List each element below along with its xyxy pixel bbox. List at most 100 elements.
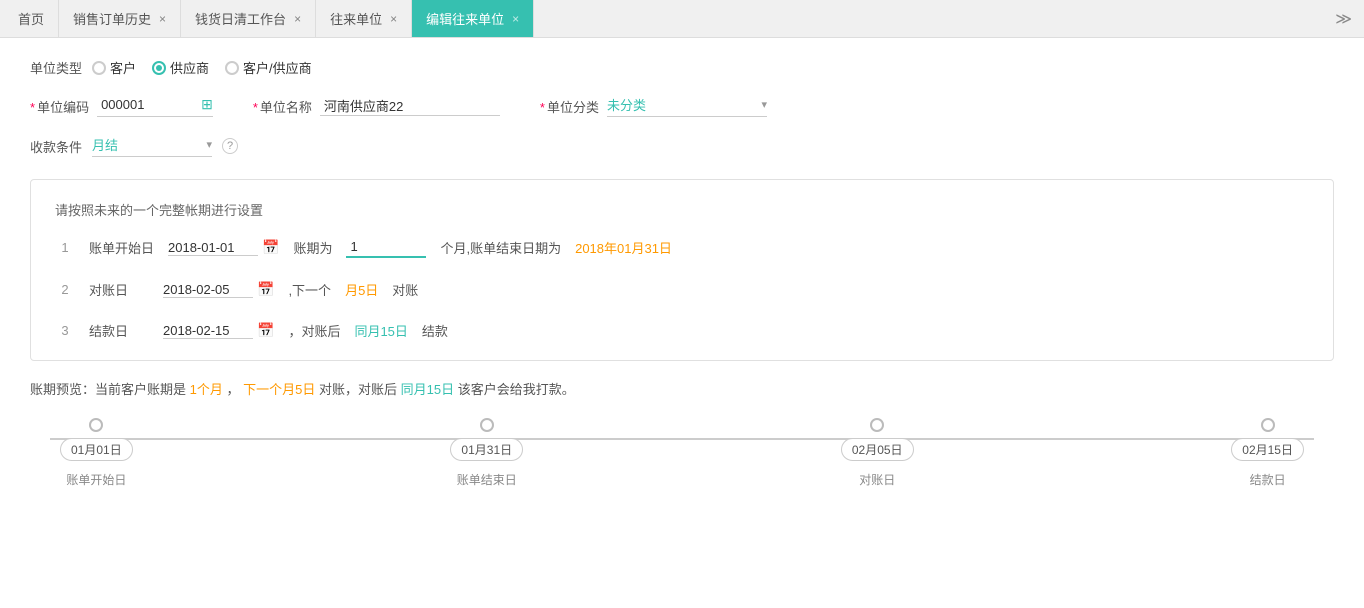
payment-help-icon[interactable]: ? <box>222 138 238 154</box>
name-required-star: * <box>253 100 258 115</box>
tab-bar: 首页 销售订单历史 × 钱货日清工作台 × 往来单位 × 编辑往来单位 × ≫ <box>0 0 1364 38</box>
preview-suffix: 该客户会给我打款。 <box>458 382 575 397</box>
payment-condition-row: 收款条件 月结 ▾ ? <box>30 135 1334 157</box>
tab-edit-label: 编辑往来单位 <box>426 9 504 28</box>
cat-required-star: * <box>540 100 545 115</box>
preview-part1: 1个月 <box>190 382 223 397</box>
payment-condition-label: 收款条件 <box>30 137 82 156</box>
row2-text-prefix: ,下一个 <box>288 280 331 299</box>
payment-chevron-icon: ▾ <box>206 138 212 151</box>
row1-end-date: 2018年01月31日 <box>575 238 672 257</box>
radio-customer-circle <box>92 61 106 75</box>
radio-both-label: 客户/供应商 <box>243 58 312 77</box>
category-chevron-icon: ▾ <box>761 98 767 111</box>
row2-field-label: 对账日 <box>89 280 149 299</box>
row3-text-prefix: ，对账后 <box>288 321 340 340</box>
tab-cash-label: 钱货日清工作台 <box>195 9 286 28</box>
timeline-dot-2 <box>480 418 494 432</box>
payment-condition-value: 月结 <box>92 135 202 154</box>
preview-text-row: 账期预览：当前客户账期是 1个月 ， 下一个月5日 对账，对账后 同月15日 该… <box>30 379 1334 398</box>
row-num-2: 2 <box>55 282 75 297</box>
timeline-badge-3: 02月05日 <box>841 438 914 461</box>
unit-code-group: *单位编码 ⊞ <box>30 95 213 117</box>
row3-text-suffix: 结款 <box>422 321 448 340</box>
tab-home[interactable]: 首页 <box>0 0 59 37</box>
row1-date-input: 📅 <box>168 239 279 256</box>
timeline-dot-4 <box>1261 418 1275 432</box>
unit-code-label: *单位编码 <box>30 97 89 116</box>
radio-customer[interactable]: 客户 <box>92 58 136 77</box>
tab-sales-order-history[interactable]: 销售订单历史 × <box>59 0 181 37</box>
row-num-1: 1 <box>55 240 75 255</box>
row3-date-field[interactable] <box>163 323 253 339</box>
timeline-badge-2: 01月31日 <box>450 438 523 461</box>
row1-period-input[interactable] <box>346 237 426 258</box>
timeline-point-4: 02月15日 结款日 <box>1231 418 1304 488</box>
radio-both-circle <box>225 61 239 75</box>
timeline-point-3: 02月05日 对账日 <box>841 418 914 488</box>
period-section: 请按照未来的一个完整帐期进行设置 1 账单开始日 📅 账期为 个月,账单结束日期… <box>30 179 1334 361</box>
row1-date-field[interactable] <box>168 240 258 256</box>
row2-date-input: 📅 <box>163 281 274 298</box>
unit-type-label: 单位类型 <box>30 58 82 77</box>
payment-condition-dropdown[interactable]: 月结 ▾ <box>92 135 212 157</box>
tab-expand-icon[interactable]: ≫ <box>1323 0 1364 37</box>
row1-period-prefix: 账期为 <box>293 238 332 257</box>
radio-supplier[interactable]: 供应商 <box>152 58 209 77</box>
row2-date-field[interactable] <box>163 282 253 298</box>
timeline-sublabel-3: 对账日 <box>859 471 895 488</box>
unit-type-row: 单位类型 客户 供应商 客户/供应商 <box>30 58 1334 77</box>
unit-category-label: *单位分类 <box>540 97 599 116</box>
data-row-2: 2 对账日 📅 ,下一个 月5日 对账 <box>55 280 1309 299</box>
unit-name-label: *单位名称 <box>253 97 312 116</box>
timeline-badge-4: 02月15日 <box>1231 438 1304 461</box>
preview-part2: 下一个月5日 <box>243 382 315 397</box>
tab-partner-close-icon[interactable]: × <box>390 12 397 26</box>
preview-label: 账期预览：当前客户账期是 <box>30 382 186 397</box>
unit-category-group: *单位分类 未分类 ▾ <box>540 95 767 117</box>
unit-name-input[interactable] <box>320 96 500 116</box>
tab-edit-partner[interactable]: 编辑往来单位 × <box>412 0 534 37</box>
unit-name-group: *单位名称 <box>253 96 500 116</box>
timeline-sublabel-4: 结款日 <box>1250 471 1286 488</box>
unit-code-input-wrapper: ⊞ <box>97 95 213 117</box>
timeline-badge-1: 01月01日 <box>60 438 133 461</box>
row1-calendar-icon[interactable]: 📅 <box>262 239 279 256</box>
unit-category-value: 未分类 <box>607 95 757 114</box>
timeline-section: 01月01日 账单开始日 01月31日 账单结束日 02月05日 对账日 02月… <box>30 418 1334 528</box>
timeline-sublabel-1: 账单开始日 <box>66 471 126 488</box>
radio-supplier-circle <box>152 61 166 75</box>
row3-field-label: 结款日 <box>89 321 149 340</box>
row2-highlight: 月5日 <box>345 280 378 299</box>
main-content: 单位类型 客户 供应商 客户/供应商 *单位编码 <box>0 38 1364 608</box>
timeline-sublabel-2: 账单结束日 <box>457 471 517 488</box>
row3-highlight: 同月15日 <box>354 321 407 340</box>
row2-calendar-icon[interactable]: 📅 <box>257 281 274 298</box>
tab-sales-close-icon[interactable]: × <box>159 12 166 26</box>
tab-edit-close-icon[interactable]: × <box>512 12 519 26</box>
timeline-point-2: 01月31日 账单结束日 <box>450 418 523 488</box>
row3-date-input: 📅 <box>163 322 274 339</box>
tab-cash-close-icon[interactable]: × <box>294 12 301 26</box>
tab-cash-work[interactable]: 钱货日清工作台 × <box>181 0 316 37</box>
code-required-star: * <box>30 100 35 115</box>
unit-code-input[interactable] <box>97 95 197 114</box>
row2-text-suffix: 对账 <box>392 280 418 299</box>
row1-field-label: 账单开始日 <box>89 238 154 257</box>
timeline-points: 01月01日 账单开始日 01月31日 账单结束日 02月05日 对账日 02月… <box>60 418 1304 488</box>
unit-code-copy-icon[interactable]: ⊞ <box>201 96 213 113</box>
row3-calendar-icon[interactable]: 📅 <box>257 322 274 339</box>
tab-sales-label: 销售订单历史 <box>73 9 151 28</box>
radio-customer-label: 客户 <box>110 58 136 77</box>
tab-partner-unit[interactable]: 往来单位 × <box>316 0 412 37</box>
radio-customer-supplier[interactable]: 客户/供应商 <box>225 58 312 77</box>
radio-supplier-dot <box>156 65 162 71</box>
preview-part3: 同月15日 <box>401 382 454 397</box>
data-row-3: 3 结款日 📅 ，对账后 同月15日 结款 <box>55 321 1309 340</box>
unit-category-dropdown[interactable]: 未分类 ▾ <box>607 95 767 117</box>
tab-partner-label: 往来单位 <box>330 9 382 28</box>
row1-period-suffix: 个月,账单结束日期为 <box>440 238 561 257</box>
row-num-3: 3 <box>55 323 75 338</box>
preview-sep1: ， <box>227 382 240 397</box>
radio-group-unit-type: 客户 供应商 客户/供应商 <box>92 58 312 77</box>
